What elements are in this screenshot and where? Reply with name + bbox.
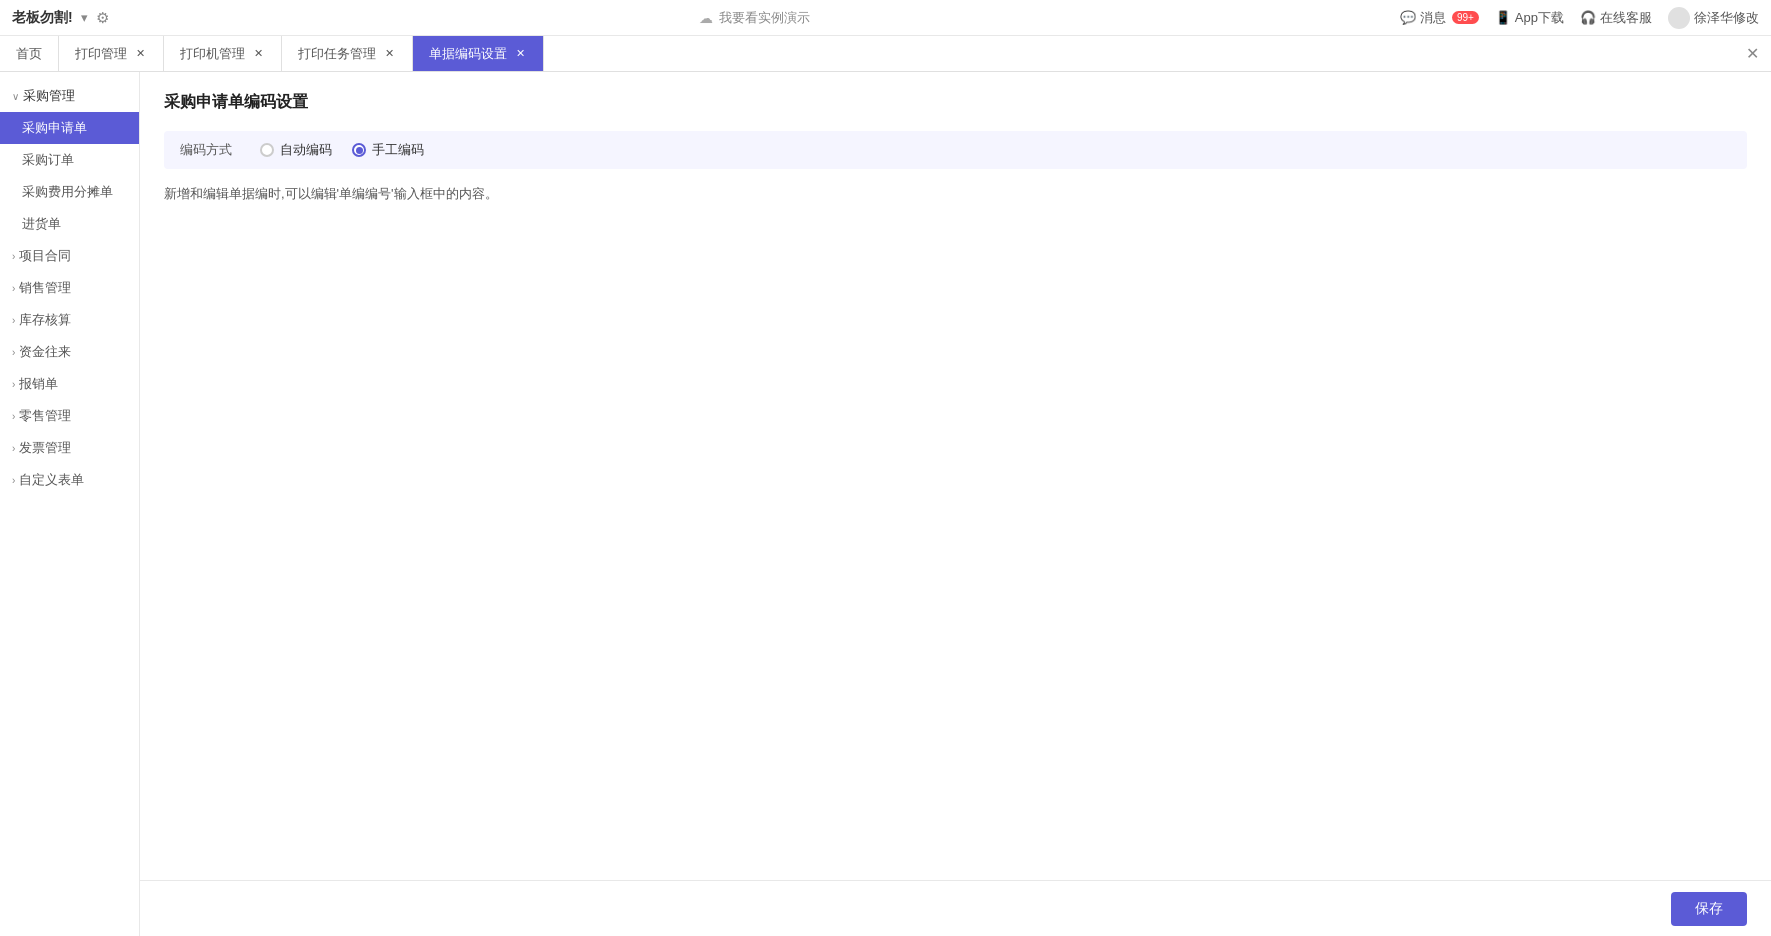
tab-print-task-mgmt-close[interactable]: ✕ xyxy=(382,47,396,61)
sidebar-item-purchase-expense[interactable]: 采购费用分摊单 xyxy=(0,176,139,208)
tab-printer-mgmt-label: 打印机管理 xyxy=(180,45,245,63)
tab-bar-close-button[interactable]: ✕ xyxy=(1734,36,1771,71)
tab-print-mgmt[interactable]: 打印管理 ✕ xyxy=(59,36,164,71)
top-bar-left: 老板勿割! ▾ ⚙ xyxy=(12,9,109,27)
sidebar-group-custom-forms-label: 自定义表单 xyxy=(19,471,84,489)
user-avatar xyxy=(1668,7,1690,29)
sidebar-group-retail-mgmt-label: 零售管理 xyxy=(19,407,71,425)
logo: 老板勿割! xyxy=(12,9,73,27)
sidebar-group-inventory[interactable]: › 库存核算 xyxy=(0,304,139,336)
sidebar-group-project-contract-label: 项目合同 xyxy=(19,247,71,265)
coding-method-label: 编码方式 xyxy=(180,141,232,159)
sidebar-item-goods-receipt-label: 进货单 xyxy=(22,215,61,233)
user-name: 徐泽华修改 xyxy=(1694,9,1759,27)
user-menu[interactable]: 徐泽华修改 xyxy=(1668,7,1759,29)
top-bar: 老板勿割! ▾ ⚙ ☁ 我要看实例演示 💬 消息 99+ 📱 App下载 🎧 在… xyxy=(0,0,1771,36)
tab-print-task-mgmt-label: 打印任务管理 xyxy=(298,45,376,63)
sidebar-group-invoice-mgmt-label: 发票管理 xyxy=(19,439,71,457)
tab-print-mgmt-label: 打印管理 xyxy=(75,45,127,63)
tab-bar: 首页 打印管理 ✕ 打印机管理 ✕ 打印任务管理 ✕ 单据编码设置 ✕ ✕ xyxy=(0,36,1771,72)
sidebar: ∨ 采购管理 采购申请单 采购订单 采购费用分摊单 进货单 › 项目合同 › 销… xyxy=(0,72,140,936)
sidebar-group-sales-mgmt[interactable]: › 销售管理 xyxy=(0,272,139,304)
expand-arrow-fund: › xyxy=(12,347,15,358)
online-service-button[interactable]: 🎧 在线客服 xyxy=(1580,9,1652,27)
sidebar-group-fund-flow-label: 资金往来 xyxy=(19,343,71,361)
search-hint: 我要看实例演示 xyxy=(719,9,810,27)
auto-code-radio[interactable]: 自动编码 xyxy=(260,141,332,159)
manual-code-label: 手工编码 xyxy=(372,141,424,159)
coding-method-row: 编码方式 自动编码 手工编码 xyxy=(164,131,1747,169)
sidebar-item-goods-receipt[interactable]: 进货单 xyxy=(0,208,139,240)
layout: ∨ 采购管理 采购申请单 采购订单 采购费用分摊单 进货单 › 项目合同 › 销… xyxy=(0,72,1771,936)
page-title: 采购申请单编码设置 xyxy=(164,92,1747,113)
online-service-icon: 🎧 xyxy=(1580,10,1596,25)
app-download-button[interactable]: 📱 App下载 xyxy=(1495,9,1564,27)
tab-home-label: 首页 xyxy=(16,45,42,63)
sidebar-group-invoice-mgmt[interactable]: › 发票管理 xyxy=(0,432,139,464)
message-label: 消息 xyxy=(1420,9,1446,27)
sidebar-group-retail-mgmt[interactable]: › 零售管理 xyxy=(0,400,139,432)
expand-arrow-returns: › xyxy=(12,379,15,390)
tab-barcode-setting[interactable]: 单据编码设置 ✕ xyxy=(413,36,544,71)
expand-arrow-invoice: › xyxy=(12,443,15,454)
main-content: 采购申请单编码设置 编码方式 自动编码 手工编码 新增和编辑单据编时,可以编辑'… xyxy=(140,72,1771,936)
app-download-icon: 📱 xyxy=(1495,10,1511,25)
sidebar-group-purchase-mgmt-label: 采购管理 xyxy=(23,87,75,105)
online-service-label: 在线客服 xyxy=(1600,9,1652,27)
manual-code-radio-circle xyxy=(352,143,366,157)
tab-printer-mgmt-close[interactable]: ✕ xyxy=(251,47,265,61)
search-area: ☁ 我要看实例演示 xyxy=(699,9,810,27)
sidebar-group-purchase-mgmt[interactable]: ∨ 采购管理 xyxy=(0,80,139,112)
sidebar-group-custom-forms[interactable]: › 自定义表单 xyxy=(0,464,139,496)
sidebar-group-returns[interactable]: › 报销单 xyxy=(0,368,139,400)
auto-code-radio-circle xyxy=(260,143,274,157)
sidebar-group-sales-mgmt-label: 销售管理 xyxy=(19,279,71,297)
expand-arrow-custom: › xyxy=(12,475,15,486)
message-button[interactable]: 💬 消息 99+ xyxy=(1400,9,1479,27)
sidebar-item-purchase-expense-label: 采购费用分摊单 xyxy=(22,183,113,201)
message-badge: 99+ xyxy=(1452,11,1479,24)
tab-home[interactable]: 首页 xyxy=(0,36,59,71)
app-download-label: App下载 xyxy=(1515,9,1564,27)
dropdown-icon[interactable]: ▾ xyxy=(81,10,88,25)
sidebar-item-purchase-order[interactable]: 采购订单 xyxy=(0,144,139,176)
tab-print-task-mgmt[interactable]: 打印任务管理 ✕ xyxy=(282,36,413,71)
sidebar-item-purchase-request-label: 采购申请单 xyxy=(22,119,87,137)
sidebar-item-purchase-order-label: 采购订单 xyxy=(22,151,74,169)
auto-code-label: 自动编码 xyxy=(280,141,332,159)
expand-arrow-project: › xyxy=(12,251,15,262)
content-area: 采购申请单编码设置 编码方式 自动编码 手工编码 新增和编辑单据编时,可以编辑'… xyxy=(140,72,1771,880)
expand-arrow-retail: › xyxy=(12,411,15,422)
sidebar-item-purchase-request[interactable]: 采购申请单 xyxy=(0,112,139,144)
top-bar-right: 💬 消息 99+ 📱 App下载 🎧 在线客服 徐泽华修改 xyxy=(1400,7,1759,29)
sidebar-group-project-contract[interactable]: › 项目合同 xyxy=(0,240,139,272)
expand-arrow-sales: › xyxy=(12,283,15,294)
sidebar-group-fund-flow[interactable]: › 资金往来 xyxy=(0,336,139,368)
message-icon: 💬 xyxy=(1400,10,1416,25)
tab-barcode-setting-label: 单据编码设置 xyxy=(429,45,507,63)
tab-print-mgmt-close[interactable]: ✕ xyxy=(133,47,147,61)
sidebar-group-inventory-label: 库存核算 xyxy=(19,311,71,329)
tab-barcode-setting-close[interactable]: ✕ xyxy=(513,47,527,61)
hint-text: 新增和编辑单据编时,可以编辑'单编编号'输入框中的内容。 xyxy=(164,185,1747,203)
settings-icon[interactable]: ⚙ xyxy=(96,9,109,27)
tab-printer-mgmt[interactable]: 打印机管理 ✕ xyxy=(164,36,282,71)
expand-arrow-inventory: › xyxy=(12,315,15,326)
manual-code-radio[interactable]: 手工编码 xyxy=(352,141,424,159)
content-footer: 保存 xyxy=(140,880,1771,936)
collapse-arrow: ∨ xyxy=(12,91,19,102)
save-button[interactable]: 保存 xyxy=(1671,892,1747,926)
sidebar-group-returns-label: 报销单 xyxy=(19,375,58,393)
